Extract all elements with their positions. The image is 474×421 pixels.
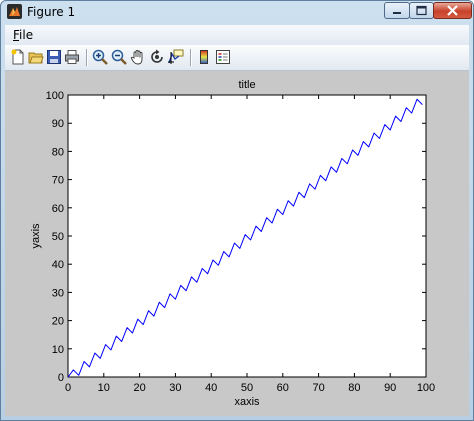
- chart-title: title: [238, 79, 255, 91]
- window-bottom-border: [1, 416, 473, 420]
- x-tick-label: 60: [277, 382, 289, 394]
- pan-hand-icon[interactable]: [130, 49, 146, 65]
- y-tick-label: 80: [52, 146, 64, 158]
- x-tick-label: 30: [169, 382, 181, 394]
- y-tick-label: 60: [52, 203, 64, 215]
- x-tick-label: 70: [312, 382, 324, 394]
- rotate-3d-icon[interactable]: [149, 49, 165, 65]
- menu-file-label: ile: [19, 28, 34, 42]
- x-tick-label: 80: [348, 382, 360, 394]
- y-tick-label: 10: [52, 344, 64, 356]
- y-axis-label: yaxis: [30, 223, 42, 249]
- y-tick-label: 40: [52, 259, 64, 271]
- title-bar[interactable]: Figure 1: [1, 1, 473, 23]
- figure-toolbar: [5, 45, 469, 71]
- toolbar-separator: [86, 49, 88, 66]
- x-tick-label: 100: [417, 382, 435, 394]
- x-tick-label: 40: [205, 382, 217, 394]
- open-file-icon[interactable]: [28, 49, 44, 65]
- y-tick-label: 20: [52, 316, 64, 328]
- menu-file[interactable]: File: [13, 28, 33, 42]
- x-tick-label: 0: [65, 382, 71, 394]
- close-button[interactable]: [433, 2, 472, 19]
- x-tick-label: 50: [241, 382, 253, 394]
- figure-canvas: 0 10 20 30 40 50 60 70 80 90 100 0 10 20 30 40 50 60 70 80…: [5, 71, 469, 416]
- y-tick-label: 90: [52, 118, 64, 130]
- x-tick-label: 90: [384, 382, 396, 394]
- y-tick-label: 100: [46, 90, 64, 102]
- menu-bar: File: [5, 25, 469, 45]
- maximize-button[interactable]: [409, 2, 434, 19]
- colorbar-icon[interactable]: [196, 49, 212, 65]
- print-icon[interactable]: [64, 49, 80, 65]
- x-tick-label: 20: [133, 382, 145, 394]
- x-axis-label: xaxis: [234, 396, 260, 408]
- zoom-in-icon[interactable]: [92, 49, 108, 65]
- y-tick-label: 50: [52, 231, 64, 243]
- x-tick-labels: 0 10 20 30 40 50 60 70 80 90 100: [65, 382, 435, 394]
- toolbar-separator: [190, 49, 192, 66]
- y-tick-labels: 0 10 20 30 40 50 60 70 80 90 100: [46, 90, 64, 384]
- minimize-button[interactable]: [384, 2, 410, 19]
- legend-icon[interactable]: [215, 49, 231, 65]
- close-icon: [447, 5, 458, 16]
- maximize-icon: [416, 5, 427, 16]
- y-tick-label: 0: [58, 372, 64, 384]
- zoom-out-icon[interactable]: [111, 49, 127, 65]
- x-tick-label: 10: [98, 382, 110, 394]
- new-figure-icon[interactable]: [10, 49, 26, 65]
- data-cursor-icon[interactable]: [168, 49, 184, 65]
- save-icon[interactable]: [46, 49, 62, 65]
- y-tick-label: 30: [52, 287, 64, 299]
- window-title: Figure 1: [27, 5, 76, 19]
- minimize-icon: [393, 12, 401, 14]
- figure-window: Figure 1 File 0 10 20 30 40 50 60 70 80 …: [0, 0, 474, 421]
- plot-svg: 0 10 20 30 40 50 60 70 80 90 100 0 10 20 30 40 50 60 70 80…: [30, 79, 435, 408]
- y-tick-label: 70: [52, 175, 64, 187]
- matlab-logo-icon: [7, 4, 22, 19]
